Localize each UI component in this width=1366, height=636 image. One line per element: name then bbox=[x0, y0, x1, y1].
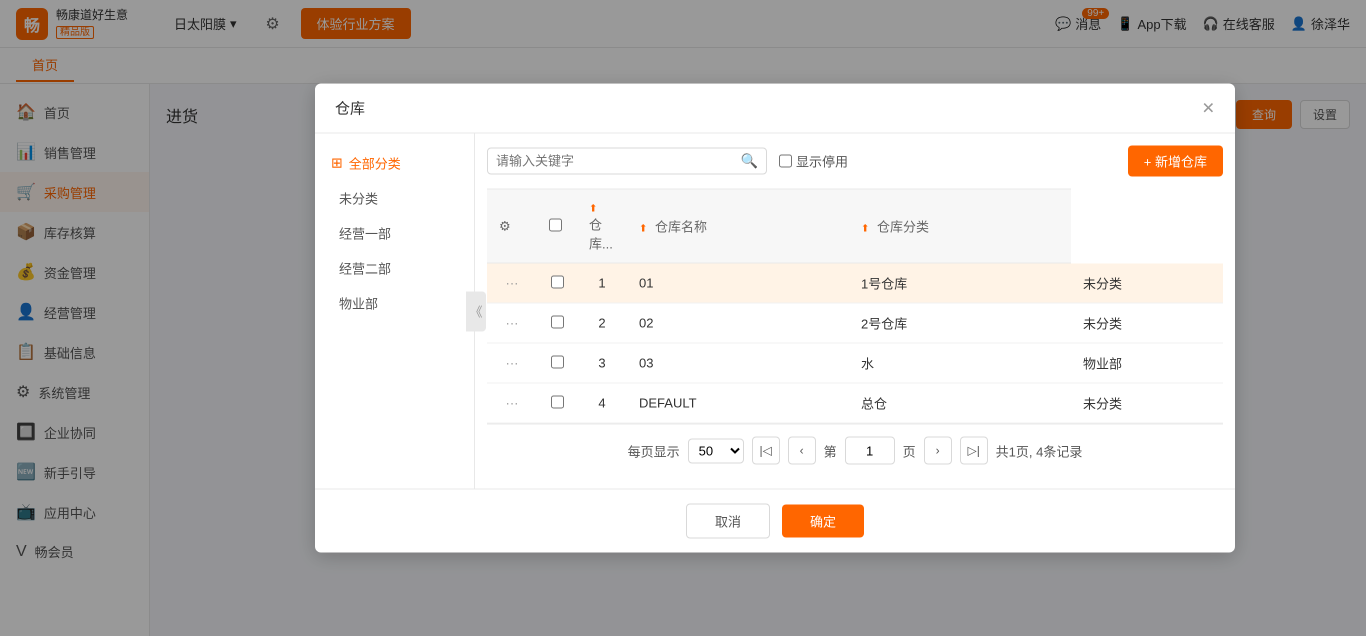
table-row[interactable]: ··· 3 03 水 物业部 bbox=[487, 343, 1223, 383]
search-input[interactable] bbox=[496, 154, 741, 169]
table-row[interactable]: ··· 2 02 2号仓库 未分类 bbox=[487, 303, 1223, 343]
add-warehouse-button[interactable]: + 新增仓库 bbox=[1128, 146, 1223, 177]
row-settings: ··· bbox=[487, 343, 537, 383]
table-row[interactable]: ··· 1 01 1号仓库 未分类 bbox=[487, 263, 1223, 303]
first-page-icon: |◁ bbox=[759, 444, 771, 458]
confirm-button[interactable]: 确定 bbox=[782, 505, 864, 538]
show-disabled-checkbox[interactable] bbox=[779, 155, 792, 168]
row-category: 物业部 bbox=[1071, 343, 1223, 383]
search-box: 🔍 bbox=[487, 148, 767, 175]
row-num: 2 bbox=[577, 303, 627, 343]
row-name: 总仓 bbox=[849, 383, 1071, 423]
th-code: ⬆ 仓库... bbox=[577, 189, 627, 263]
row-name: 1号仓库 bbox=[849, 263, 1071, 303]
modal-header: 仓库 ✕ bbox=[315, 84, 1235, 134]
per-page-select[interactable]: 50 10 20 100 bbox=[688, 438, 744, 463]
category-sidebar: ⊞ 全部分类 未分类 经营一部 经营二部 物业部 《 bbox=[315, 134, 475, 489]
last-page-button[interactable]: ▷| bbox=[960, 437, 988, 465]
next-page-button[interactable]: › bbox=[924, 437, 952, 465]
row-checkbox[interactable] bbox=[551, 275, 564, 288]
row-code: DEFAULT bbox=[627, 383, 849, 423]
page-number-input[interactable] bbox=[845, 437, 895, 465]
modal-close-button[interactable]: ✕ bbox=[1202, 98, 1215, 118]
row-name: 2号仓库 bbox=[849, 303, 1071, 343]
last-page-icon: ▷| bbox=[967, 444, 979, 458]
warehouse-modal: 仓库 ✕ ⊞ 全部分类 未分类 经营一部 经营二部 物业部 《 bbox=[315, 84, 1235, 553]
th-name: ⬆ 仓库名称 bbox=[627, 189, 849, 263]
row-checkbox[interactable] bbox=[551, 315, 564, 328]
cat-item-dept2[interactable]: 经营二部 bbox=[315, 251, 474, 286]
page-label: 第 bbox=[824, 441, 837, 460]
row-checkbox[interactable] bbox=[551, 395, 564, 408]
th-settings: ⚙ bbox=[487, 189, 537, 263]
row-category: 未分类 bbox=[1071, 383, 1223, 423]
next-page-icon: › bbox=[936, 444, 940, 458]
category-all-label: 全部分类 bbox=[349, 154, 401, 173]
row-more-icon[interactable]: ··· bbox=[506, 316, 519, 331]
cat-item-unclassified[interactable]: 未分类 bbox=[315, 181, 474, 216]
row-num: 1 bbox=[577, 263, 627, 303]
row-more-icon[interactable]: ··· bbox=[506, 356, 519, 371]
prev-page-icon: ‹ bbox=[800, 444, 804, 458]
th-category: ⬆ 仓库分类 bbox=[849, 189, 1071, 263]
prev-page-button[interactable]: ‹ bbox=[788, 437, 816, 465]
row-check bbox=[537, 263, 577, 303]
row-num: 3 bbox=[577, 343, 627, 383]
row-checkbox[interactable] bbox=[551, 355, 564, 368]
modal-footer: 取消 确定 bbox=[315, 489, 1235, 553]
row-code: 03 bbox=[627, 343, 849, 383]
cancel-button[interactable]: 取消 bbox=[686, 504, 770, 539]
sort-icon-category: ⬆ bbox=[861, 224, 869, 235]
row-category: 未分类 bbox=[1071, 303, 1223, 343]
sort-icon-name: ⬆ bbox=[639, 224, 647, 235]
pagination: 每页显示 50 10 20 100 |◁ ‹ 第 页 › bbox=[487, 424, 1223, 477]
row-check bbox=[537, 303, 577, 343]
row-check bbox=[537, 343, 577, 383]
row-more-icon[interactable]: ··· bbox=[506, 396, 519, 411]
per-page-label: 每页显示 bbox=[628, 441, 680, 460]
search-icon[interactable]: 🔍 bbox=[741, 153, 758, 170]
row-settings: ··· bbox=[487, 303, 537, 343]
category-all[interactable]: ⊞ 全部分类 bbox=[315, 146, 474, 181]
show-disabled-label: 显示停用 bbox=[779, 152, 848, 171]
warehouse-table: ⚙ ⬆ 仓库... ⬆ 仓库名称 bbox=[487, 189, 1223, 424]
cat-item-property[interactable]: 物业部 bbox=[315, 286, 474, 321]
total-label: 共1页, 4条记录 bbox=[996, 441, 1083, 460]
cat-item-dept1[interactable]: 经营一部 bbox=[315, 216, 474, 251]
row-code: 01 bbox=[627, 263, 849, 303]
row-more-icon[interactable]: ··· bbox=[506, 276, 519, 291]
row-name: 水 bbox=[849, 343, 1071, 383]
row-settings: ··· bbox=[487, 383, 537, 423]
table-area: 🔍 显示停用 + 新增仓库 ⚙ bbox=[475, 134, 1235, 489]
modal-title: 仓库 bbox=[335, 98, 365, 119]
first-page-button[interactable]: |◁ bbox=[752, 437, 780, 465]
row-check bbox=[537, 383, 577, 423]
modal-body: ⊞ 全部分类 未分类 经营一部 经营二部 物业部 《 bbox=[315, 134, 1235, 489]
table-row[interactable]: ··· 4 DEFAULT 总仓 未分类 bbox=[487, 383, 1223, 423]
row-code: 02 bbox=[627, 303, 849, 343]
row-settings: ··· bbox=[487, 263, 537, 303]
row-category: 未分类 bbox=[1071, 263, 1223, 303]
select-all-checkbox[interactable] bbox=[549, 218, 562, 231]
row-num: 4 bbox=[577, 383, 627, 423]
table-toolbar: 🔍 显示停用 + 新增仓库 bbox=[487, 146, 1223, 177]
grid-icon: ⊞ bbox=[331, 155, 343, 172]
collapse-button[interactable]: 《 bbox=[466, 291, 486, 331]
page-suffix: 页 bbox=[903, 441, 916, 460]
th-check bbox=[537, 189, 577, 263]
sort-icon-code: ⬆ bbox=[589, 204, 597, 215]
